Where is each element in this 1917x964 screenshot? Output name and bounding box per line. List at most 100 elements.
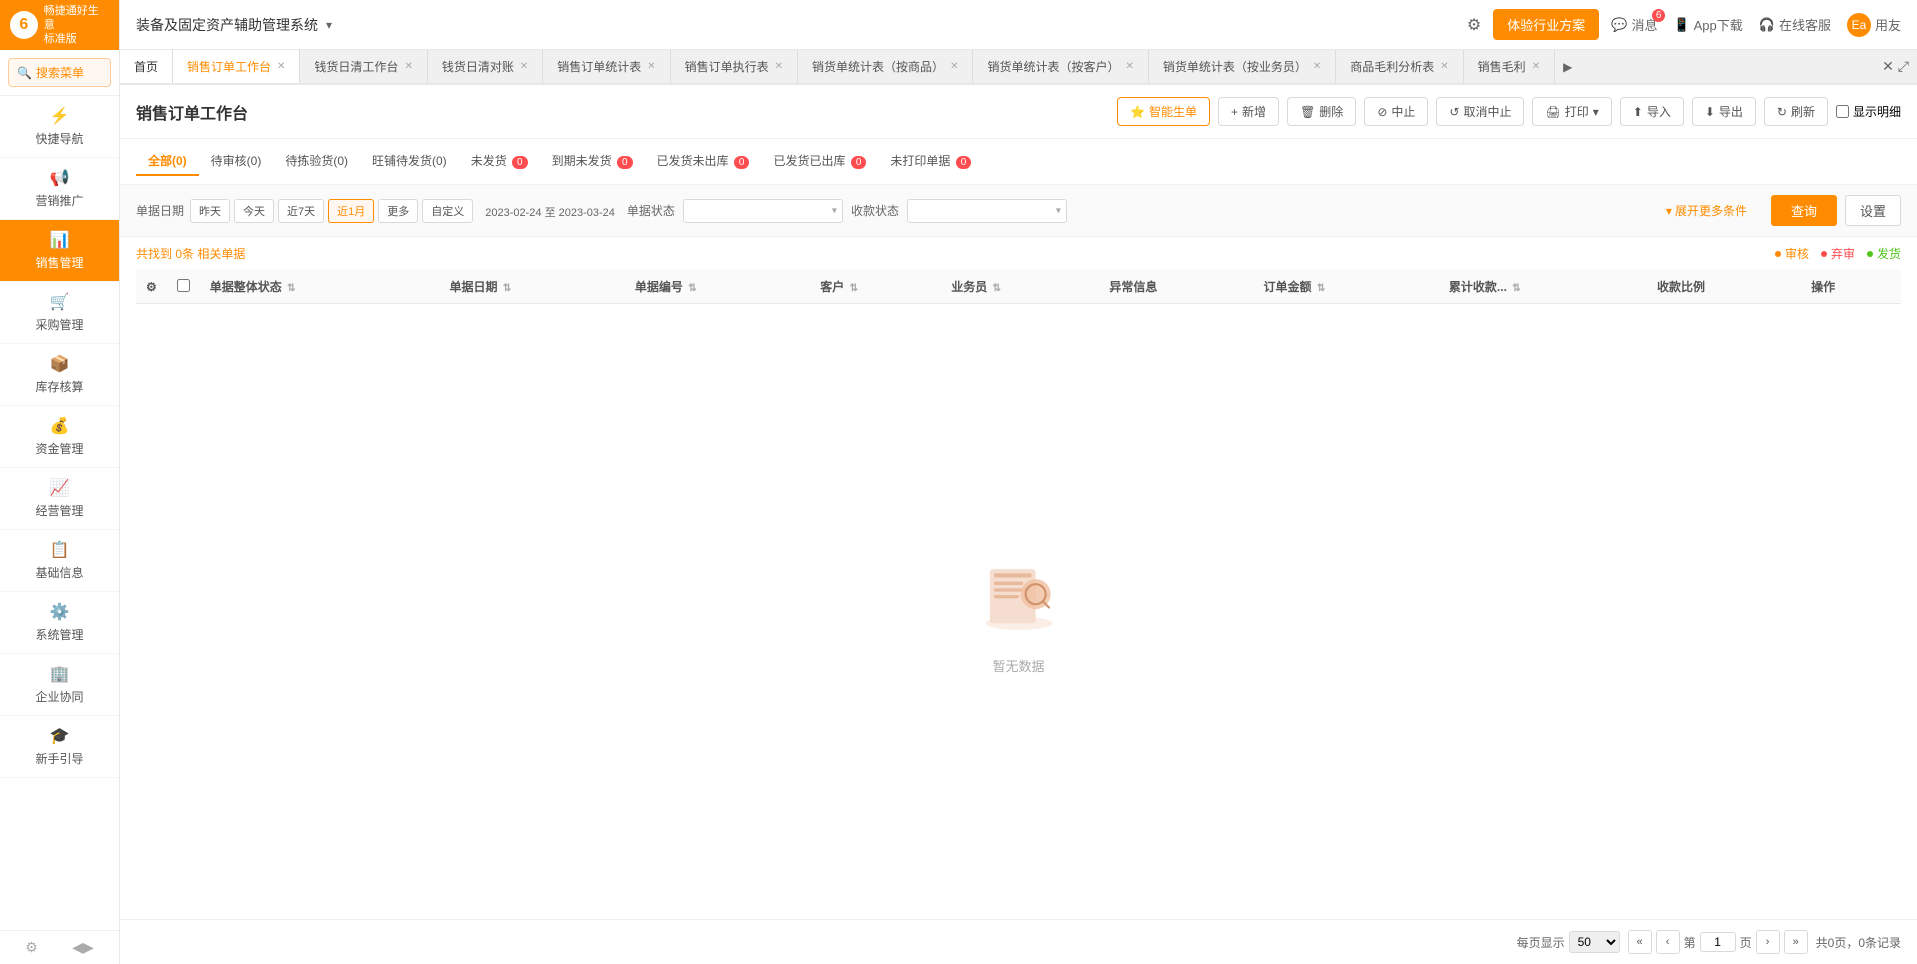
table-scroll-container[interactable]: ⚙ 单据整体状态 ⇅ 单据日期 ⇅ xyxy=(136,270,1901,304)
select-all-checkbox[interactable] xyxy=(177,279,190,292)
query-btn[interactable]: 查询 xyxy=(1771,195,1837,226)
sidebar-item-base-info[interactable]: 📋 基础信息 xyxy=(0,530,119,592)
sidebar-item-inventory[interactable]: 📦 库存核算 xyxy=(0,344,119,406)
sort-collected-icon[interactable]: ⇅ xyxy=(1512,283,1520,294)
sidebar-item-system[interactable]: ⚙️ 系统管理 xyxy=(0,592,119,654)
print-btn[interactable]: 🖨 打印 ▾ xyxy=(1532,97,1611,126)
filter-tab-pending-inspect[interactable]: 待拣验货(0) xyxy=(273,147,360,176)
filter-tab-all[interactable]: 全部(0) xyxy=(136,147,199,176)
stop-btn[interactable]: ⊘ 中止 xyxy=(1364,97,1428,126)
tab-close-sales-order-workbench[interactable]: ✕ xyxy=(277,61,285,72)
th-checkbox[interactable] xyxy=(167,270,200,304)
tab-close-sales-order-stats[interactable]: ✕ xyxy=(647,61,655,72)
tab-close-sales-profit[interactable]: ✕ xyxy=(1532,61,1540,72)
sidebar-item-sales[interactable]: 📊 销售管理 xyxy=(0,220,119,282)
show-detail-checkbox[interactable] xyxy=(1836,105,1849,118)
date-btn-custom[interactable]: 自定义 xyxy=(422,199,473,223)
sidebar-item-purchase[interactable]: 🛒 采购管理 xyxy=(0,282,119,344)
tab-sales-order-workbench[interactable]: 销售订单工作台 ✕ xyxy=(173,50,300,85)
tab-sales-stats-product[interactable]: 销货单统计表（按商品） ✕ xyxy=(798,50,973,83)
sidebar-item-finance[interactable]: 💰 资金管理 xyxy=(0,406,119,468)
tab-sales-order-exec[interactable]: 销售订单执行表 ✕ xyxy=(671,50,798,83)
filter-tab-wangpu-ship[interactable]: 旺铺待发货(0) xyxy=(360,147,459,176)
sort-number-icon[interactable]: ⇅ xyxy=(688,283,696,294)
date-btn-today[interactable]: 今天 xyxy=(234,199,274,223)
sidebar-item-marketing[interactable]: 📢 营销推广 xyxy=(0,158,119,220)
tab-sales-stats-customer[interactable]: 销货单统计表（按客户） ✕ xyxy=(973,50,1148,83)
filter-tab-pending-review[interactable]: 待审核(0) xyxy=(199,147,274,176)
last-page-btn[interactable]: » xyxy=(1784,930,1808,954)
cancel-stop-btn[interactable]: ↺ 取消中止 xyxy=(1436,97,1524,126)
sidebar-item-enterprise[interactable]: 🏢 企业协同 xyxy=(0,654,119,716)
filter-tab-shipped-not-out[interactable]: 已发货未出库 0 xyxy=(645,147,762,176)
page-input[interactable] xyxy=(1700,932,1736,952)
tab-home[interactable]: 首页 xyxy=(120,50,173,83)
tab-close-product-margin[interactable]: ✕ xyxy=(1440,61,1448,72)
tab-close-cash-reconcile[interactable]: ✕ xyxy=(520,61,528,72)
payment-select[interactable] xyxy=(907,199,1067,223)
status-select[interactable] xyxy=(683,199,843,223)
app-download-action[interactable]: 📱 App下载 xyxy=(1673,15,1742,34)
sidebar-item-quick-nav[interactable]: ⚡ 快捷导航 xyxy=(0,96,119,158)
sidebar-item-operations[interactable]: 📈 经营管理 xyxy=(0,468,119,530)
tab-close-sales-stats-customer[interactable]: ✕ xyxy=(1125,61,1133,72)
date-btn-yesterday[interactable]: 昨天 xyxy=(190,199,230,223)
tab-close-sales-order-exec[interactable]: ✕ xyxy=(775,61,783,72)
collapse-sidebar-btn[interactable]: ◀▶ xyxy=(72,939,94,956)
expand-conditions-btn[interactable]: ▾ 展开更多条件 xyxy=(1654,198,1759,223)
message-icon: 💬 xyxy=(1611,17,1627,33)
tab-cash-daily[interactable]: 钱货日清工作台 ✕ xyxy=(300,50,427,83)
tab-product-margin[interactable]: 商品毛利分析表 ✕ xyxy=(1336,50,1463,83)
page-header: 销售订单工作台 ⭐ 智能生单 + 新增 🗑 删除 ⊘ 中止 xyxy=(120,85,1917,139)
search-menu-button[interactable]: 🔍 搜索菜单 xyxy=(8,58,111,87)
payment-label: 收款状态 xyxy=(851,202,899,219)
sort-salesperson-icon[interactable]: ⇅ xyxy=(993,283,1001,294)
tab-close-all-btn[interactable]: ✕ xyxy=(1882,58,1894,75)
new-btn[interactable]: + 新增 xyxy=(1218,97,1279,126)
tab-maximize-btn[interactable]: ⤢ xyxy=(1898,58,1909,75)
settings-icon-btn[interactable]: ⚙ xyxy=(1467,15,1481,35)
tab-sales-order-stats[interactable]: 销售订单统计表 ✕ xyxy=(543,50,670,83)
tab-close-sales-stats-product[interactable]: ✕ xyxy=(950,61,958,72)
online-service-action[interactable]: 🎧 在线客服 xyxy=(1759,15,1831,34)
refresh-btn[interactable]: ↻ 刷新 xyxy=(1764,97,1828,126)
reject-action[interactable]: 弃审 xyxy=(1821,245,1855,262)
filter-tab-unprinted[interactable]: 未打印单据 0 xyxy=(878,147,983,176)
ship-action[interactable]: 发货 xyxy=(1867,245,1901,262)
smart-create-btn[interactable]: ⭐ 智能生单 xyxy=(1117,97,1210,126)
date-btn-1month[interactable]: 近1月 xyxy=(328,199,374,223)
settings-bottom-btn[interactable]: ⚙ xyxy=(25,939,38,956)
tab-more-btn[interactable]: ▶ xyxy=(1555,52,1580,82)
filter-tab-expired-unshipped[interactable]: 到期未发货 0 xyxy=(540,147,645,176)
enterprise-icon: 🏢 xyxy=(50,664,70,684)
date-btn-more[interactable]: 更多 xyxy=(378,199,418,223)
import-btn[interactable]: ⬆ 导入 xyxy=(1620,97,1684,126)
th-settings[interactable]: ⚙ xyxy=(136,270,167,304)
date-btn-7days[interactable]: 近7天 xyxy=(278,199,324,223)
filter-tab-unshipped[interactable]: 未发货 0 xyxy=(459,147,540,176)
sort-date-icon[interactable]: ⇅ xyxy=(503,283,511,294)
filter-tab-shipped-out[interactable]: 已发货已出库 0 xyxy=(761,147,878,176)
sort-status-icon[interactable]: ⇅ xyxy=(287,283,295,294)
approve-action[interactable]: 审核 xyxy=(1775,245,1809,262)
tab-sales-stats-staff[interactable]: 销货单统计表（按业务员） ✕ xyxy=(1149,50,1336,83)
tab-cash-reconcile[interactable]: 钱货日清对账 ✕ xyxy=(428,50,543,83)
sidebar-item-guide[interactable]: 🎓 新手引导 xyxy=(0,716,119,778)
delete-btn[interactable]: 🗑 删除 xyxy=(1287,97,1356,126)
page-size-select[interactable]: 50 100 200 xyxy=(1569,931,1620,953)
show-detail-checkbox-label[interactable]: 显示明细 xyxy=(1836,103,1901,120)
user-menu[interactable]: Ea 用友 xyxy=(1847,13,1901,37)
sort-amount-icon[interactable]: ⇅ xyxy=(1317,283,1325,294)
tab-sales-profit[interactable]: 销售毛利 ✕ xyxy=(1464,50,1555,83)
tab-close-cash-daily[interactable]: ✕ xyxy=(404,61,412,72)
set-btn[interactable]: 设置 xyxy=(1845,195,1901,226)
prev-page-btn[interactable]: ‹ xyxy=(1656,930,1680,954)
message-action[interactable]: 💬 消息 6 xyxy=(1611,15,1657,34)
system-dropdown-btn[interactable]: ▾ xyxy=(326,18,332,32)
export-btn[interactable]: ⬇ 导出 xyxy=(1692,97,1756,126)
sort-customer-icon[interactable]: ⇅ xyxy=(850,283,858,294)
solution-button[interactable]: 体验行业方案 xyxy=(1493,9,1599,40)
tab-close-sales-stats-staff[interactable]: ✕ xyxy=(1313,61,1321,72)
first-page-btn[interactable]: « xyxy=(1628,930,1652,954)
next-page-btn[interactable]: › xyxy=(1756,930,1780,954)
